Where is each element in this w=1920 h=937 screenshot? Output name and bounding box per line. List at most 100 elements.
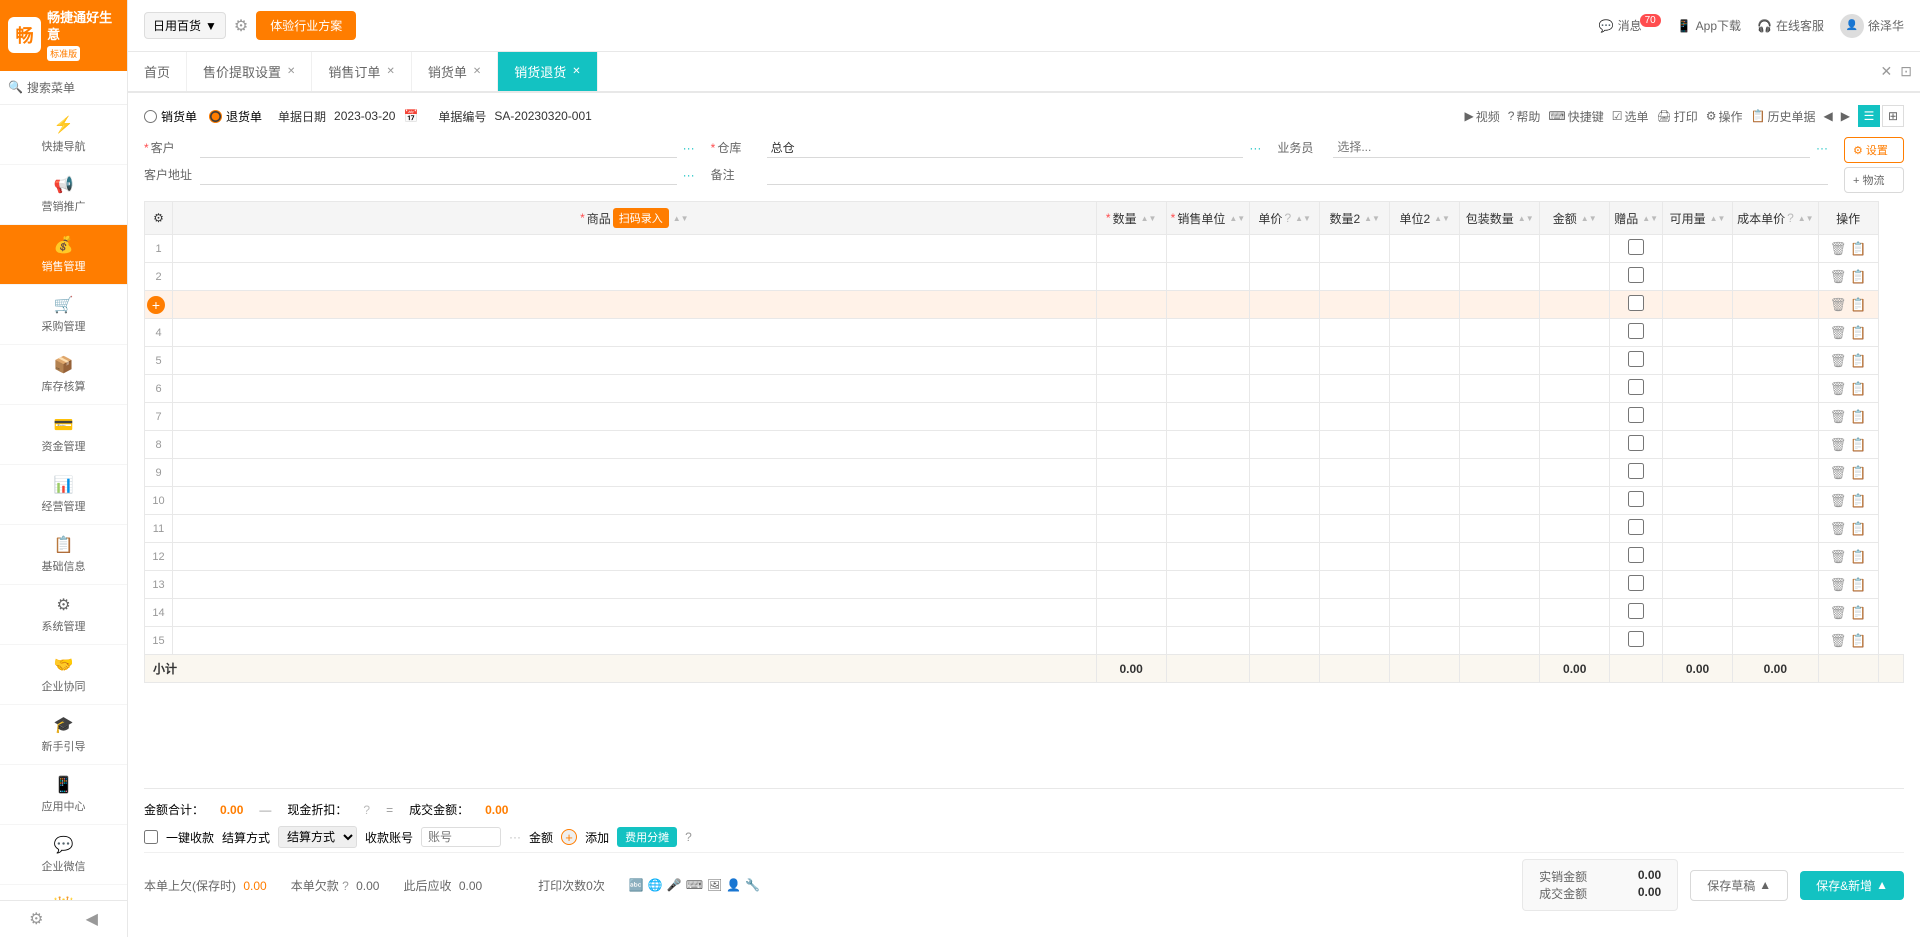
qty2-cell[interactable] xyxy=(1320,599,1390,627)
sidebar-item-sales[interactable]: 💰 销售管理 xyxy=(0,225,127,285)
fee-btn[interactable]: 费用分摊 xyxy=(617,827,677,847)
tool-icon-3[interactable]: 🎤 xyxy=(667,878,682,892)
tool-icon-6[interactable]: 👤 xyxy=(726,878,741,892)
tab-close-icon[interactable]: ✕ xyxy=(572,66,580,77)
unit-price-cell[interactable] xyxy=(1250,543,1320,571)
available-cell[interactable] xyxy=(1663,291,1733,319)
copy-icon[interactable]: 📋 xyxy=(1850,437,1866,453)
tab-price-settings[interactable]: 售价提取设置 ✕ xyxy=(187,52,312,91)
gift-cell[interactable] xyxy=(1610,403,1663,431)
unit2-cell[interactable] xyxy=(1390,487,1460,515)
amount-cell[interactable] xyxy=(1540,235,1610,263)
cost-price-cell[interactable] xyxy=(1733,515,1819,543)
copy-icon[interactable]: 📋 xyxy=(1850,493,1866,509)
quantity-cell[interactable] xyxy=(1096,291,1166,319)
product-cell[interactable] xyxy=(173,515,1097,543)
quantity-cell[interactable] xyxy=(1096,263,1166,291)
sort-icon[interactable]: ▲▼ xyxy=(1642,214,1658,223)
sales-unit-cell[interactable] xyxy=(1166,319,1250,347)
sales-unit-cell[interactable] xyxy=(1166,599,1250,627)
cost-price-cell[interactable] xyxy=(1733,375,1819,403)
radio-return[interactable]: 退货单 xyxy=(209,108,262,125)
salesman-input[interactable] xyxy=(1333,137,1810,158)
delete-icon[interactable]: 🗑 xyxy=(1830,353,1847,369)
cash-discount-help[interactable]: ? xyxy=(363,803,370,817)
sidebar-search[interactable]: 🔍 搜索菜单 xyxy=(0,71,127,105)
qty2-cell[interactable] xyxy=(1320,235,1390,263)
message-btn[interactable]: 💬 消息 70 xyxy=(1599,17,1661,34)
remark-input[interactable] xyxy=(767,164,1828,185)
product-input[interactable] xyxy=(175,521,1094,536)
unit-price-cell[interactable] xyxy=(1250,459,1320,487)
trial-btn[interactable]: 体验行业方案 xyxy=(256,11,356,40)
unit-price-cell[interactable] xyxy=(1250,291,1320,319)
qty2-cell[interactable] xyxy=(1320,487,1390,515)
pack-qty-cell[interactable] xyxy=(1460,431,1540,459)
available-cell[interactable] xyxy=(1663,403,1733,431)
add-payment-btn[interactable]: + xyxy=(561,829,577,845)
sidebar-item-purchase[interactable]: 🛒 采购管理 xyxy=(0,285,127,345)
gift-checkbox[interactable] xyxy=(1628,351,1644,367)
sort-icon[interactable]: ▲▼ xyxy=(1229,214,1245,223)
list-view-btn[interactable]: ⊞ xyxy=(1882,105,1904,127)
copy-icon[interactable]: 📋 xyxy=(1850,297,1866,313)
cost-price-cell[interactable] xyxy=(1733,487,1819,515)
amount-cell[interactable] xyxy=(1540,599,1610,627)
sort-icon[interactable]: ▲▼ xyxy=(1798,214,1814,223)
delete-icon[interactable]: 🗑 xyxy=(1830,605,1847,621)
delete-icon[interactable]: 🗑 xyxy=(1830,381,1847,397)
product-input[interactable] xyxy=(175,577,1094,592)
select-btn[interactable]: ☑ 选单 xyxy=(1612,108,1649,125)
unit-price-cell[interactable] xyxy=(1250,571,1320,599)
cost-price-cell[interactable] xyxy=(1733,543,1819,571)
unit-price-cell[interactable] xyxy=(1250,375,1320,403)
gift-checkbox[interactable] xyxy=(1628,239,1644,255)
sales-unit-cell[interactable] xyxy=(1166,291,1250,319)
copy-icon[interactable]: 📋 xyxy=(1850,353,1866,369)
product-cell[interactable] xyxy=(173,431,1097,459)
sort-icon[interactable]: ▲▼ xyxy=(1710,214,1726,223)
sort-icon[interactable]: ▲▼ xyxy=(1141,214,1157,223)
dropdown-arrow[interactable]: ▲ xyxy=(1876,878,1888,892)
product-input[interactable] xyxy=(175,381,1094,396)
gift-cell[interactable] xyxy=(1610,235,1663,263)
unit-price-cell[interactable] xyxy=(1250,487,1320,515)
unit-price-cell[interactable] xyxy=(1250,235,1320,263)
gift-cell[interactable] xyxy=(1610,375,1663,403)
pack-qty-cell[interactable] xyxy=(1460,487,1540,515)
quantity-cell[interactable] xyxy=(1096,571,1166,599)
app-download-btn[interactable]: 📱 App下载 xyxy=(1677,17,1741,34)
product-input[interactable] xyxy=(175,549,1094,564)
product-cell[interactable] xyxy=(173,459,1097,487)
cost-price-cell[interactable] xyxy=(1733,235,1819,263)
product-cell[interactable] xyxy=(173,403,1097,431)
gift-cell[interactable] xyxy=(1610,571,1663,599)
help-icon[interactable]: ? xyxy=(1787,211,1794,225)
help-btn[interactable]: ? 帮助 xyxy=(1508,108,1541,125)
sidebar-item-wechat[interactable]: 💬 企业微信 xyxy=(0,825,127,885)
available-cell[interactable] xyxy=(1663,431,1733,459)
tool-icon-4[interactable]: ⌨ xyxy=(686,878,703,892)
amount-cell[interactable] xyxy=(1540,291,1610,319)
quantity-cell[interactable] xyxy=(1096,487,1166,515)
unit2-cell[interactable] xyxy=(1390,543,1460,571)
quantity-cell[interactable] xyxy=(1096,319,1166,347)
sidebar-item-operations[interactable]: 📊 经营管理 xyxy=(0,465,127,525)
product-cell[interactable] xyxy=(173,347,1097,375)
sales-unit-cell[interactable] xyxy=(1166,375,1250,403)
product-input[interactable] xyxy=(175,605,1094,620)
product-input[interactable] xyxy=(175,241,1094,256)
calendar-icon[interactable]: 📅 xyxy=(403,109,418,123)
radio-sales[interactable]: 销货单 xyxy=(144,108,197,125)
add-row-btn[interactable]: + xyxy=(147,296,165,314)
delete-icon[interactable]: 🗑 xyxy=(1830,325,1847,341)
cost-price-cell[interactable] xyxy=(1733,291,1819,319)
sales-unit-cell[interactable] xyxy=(1166,515,1250,543)
gift-cell[interactable] xyxy=(1610,543,1663,571)
available-cell[interactable] xyxy=(1663,627,1733,655)
copy-icon[interactable]: 📋 xyxy=(1850,521,1866,537)
sidebar-item-system[interactable]: ⚙ 系统管理 xyxy=(0,585,127,645)
quantity-cell[interactable] xyxy=(1096,403,1166,431)
product-input[interactable] xyxy=(175,325,1094,340)
address-dots[interactable]: ··· xyxy=(683,168,695,182)
